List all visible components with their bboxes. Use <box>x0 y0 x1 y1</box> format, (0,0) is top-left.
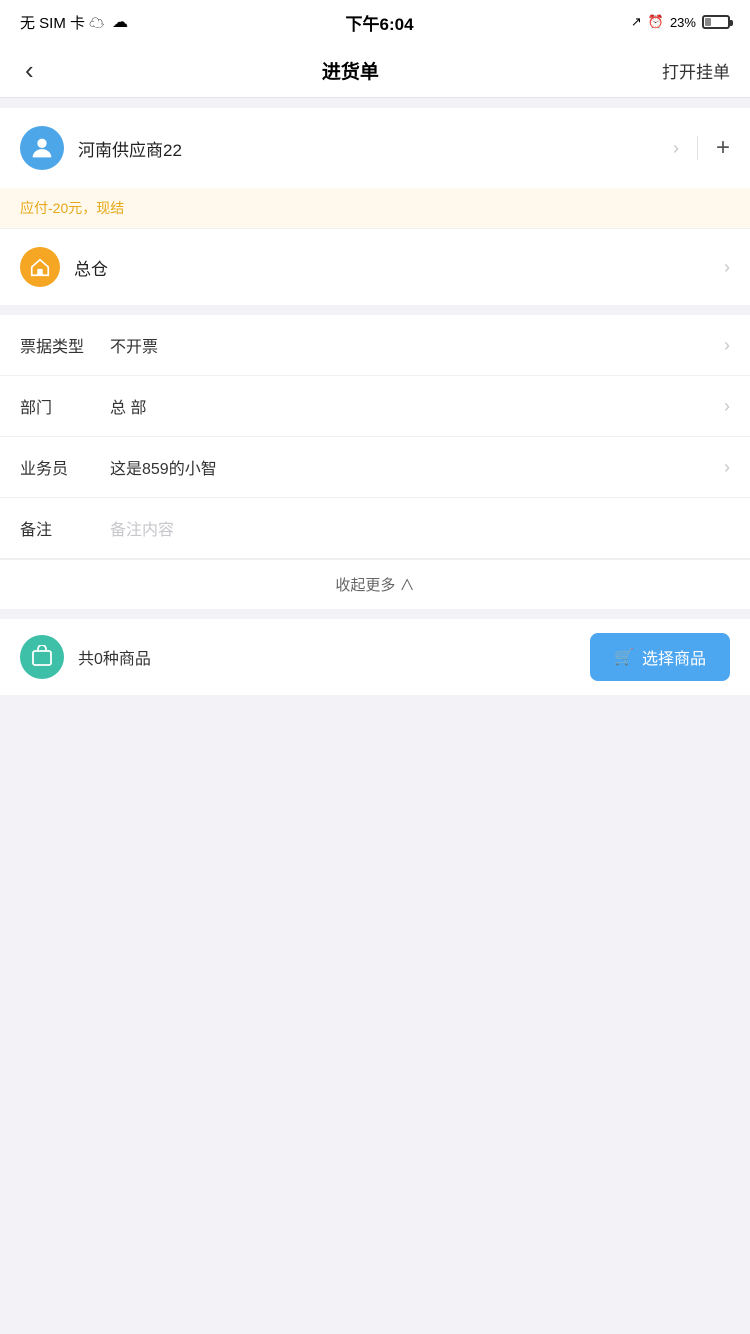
staff-row[interactable]: 业务员 这是859的小智 › <box>0 437 750 498</box>
battery-icon <box>702 15 730 29</box>
select-product-button[interactable]: 🛒 选择商品 <box>590 633 730 681</box>
warehouse-chevron-icon: › <box>724 257 730 278</box>
supplier-avatar <box>20 126 64 170</box>
staff-label: 业务员 <box>20 455 110 479</box>
battery-percent: 23% <box>670 15 696 30</box>
form-section: 票据类型 不开票 › 部门 总 部 › 业务员 这是859的小智 › 备注 备注… <box>0 315 750 609</box>
wifi-icon: ☁ <box>112 12 128 32</box>
collapse-row[interactable]: 收起更多 ∧ <box>0 559 750 609</box>
status-right: ↗ ⏰ 23% <box>631 14 730 30</box>
notice-bar: 应付-20元，现结 <box>0 188 750 228</box>
status-left: 无 SIM 卡 ☁ ☁ <box>20 12 128 33</box>
add-supplier-button[interactable]: + <box>716 134 730 162</box>
dept-row[interactable]: 部门 总 部 › <box>0 376 750 437</box>
supplier-chevron-icon: › <box>673 138 679 159</box>
notice-text: 应付-20元，现结 <box>20 200 124 216</box>
status-bar: 无 SIM 卡 ☁ ☁ 下午6:04 ↗ ⏰ 23% <box>0 0 750 44</box>
warehouse-row[interactable]: 总仓 › <box>0 228 750 305</box>
select-product-label: 选择商品 <box>642 645 706 669</box>
back-button[interactable]: ‹ <box>20 50 39 91</box>
supplier-row[interactable]: 河南供应商22 › + <box>0 108 750 188</box>
open-pending-button[interactable]: 打开挂单 <box>662 58 730 83</box>
remark-placeholder[interactable]: 备注内容 <box>110 516 730 540</box>
invoice-chevron-icon: › <box>724 335 730 356</box>
nav-bar: ‹ 进货单 打开挂单 <box>0 44 750 98</box>
invoice-label: 票据类型 <box>20 333 110 357</box>
product-count: 共0种商品 <box>78 645 590 669</box>
invoice-row[interactable]: 票据类型 不开票 › <box>0 315 750 376</box>
warehouse-icon-wrap <box>20 247 60 287</box>
location-icon: ↗ <box>631 14 642 30</box>
invoice-value: 不开票 <box>110 333 724 357</box>
supplier-name: 河南供应商22 <box>78 136 673 161</box>
collapse-label: 收起更多 ∧ <box>335 577 414 594</box>
remark-label: 备注 <box>20 516 110 540</box>
page-title: 进货单 <box>322 57 379 84</box>
supplier-divider <box>697 136 698 160</box>
select-product-icon: 🛒 <box>614 647 634 667</box>
staff-value: 这是859的小智 <box>110 455 724 479</box>
warehouse-icon <box>29 256 51 278</box>
page-background <box>0 695 750 995</box>
alarm-icon: ⏰ <box>648 14 664 30</box>
divider-top <box>0 98 750 108</box>
staff-chevron-icon: › <box>724 457 730 478</box>
dept-chevron-icon: › <box>724 396 730 417</box>
dept-label: 部门 <box>20 394 110 418</box>
product-icon <box>30 645 54 669</box>
status-time: 下午6:04 <box>346 10 414 35</box>
bottom-bar: 共0种商品 🛒 选择商品 <box>0 619 750 695</box>
sim-label: 无 SIM 卡 ☁ <box>20 12 104 33</box>
user-icon <box>28 134 56 162</box>
product-icon-wrap <box>20 635 64 679</box>
remark-row[interactable]: 备注 备注内容 <box>0 498 750 559</box>
warehouse-name: 总仓 <box>74 255 724 280</box>
supplier-card: 河南供应商22 › + 应付-20元，现结 总仓 › <box>0 108 750 305</box>
dept-value: 总 部 <box>110 394 724 418</box>
